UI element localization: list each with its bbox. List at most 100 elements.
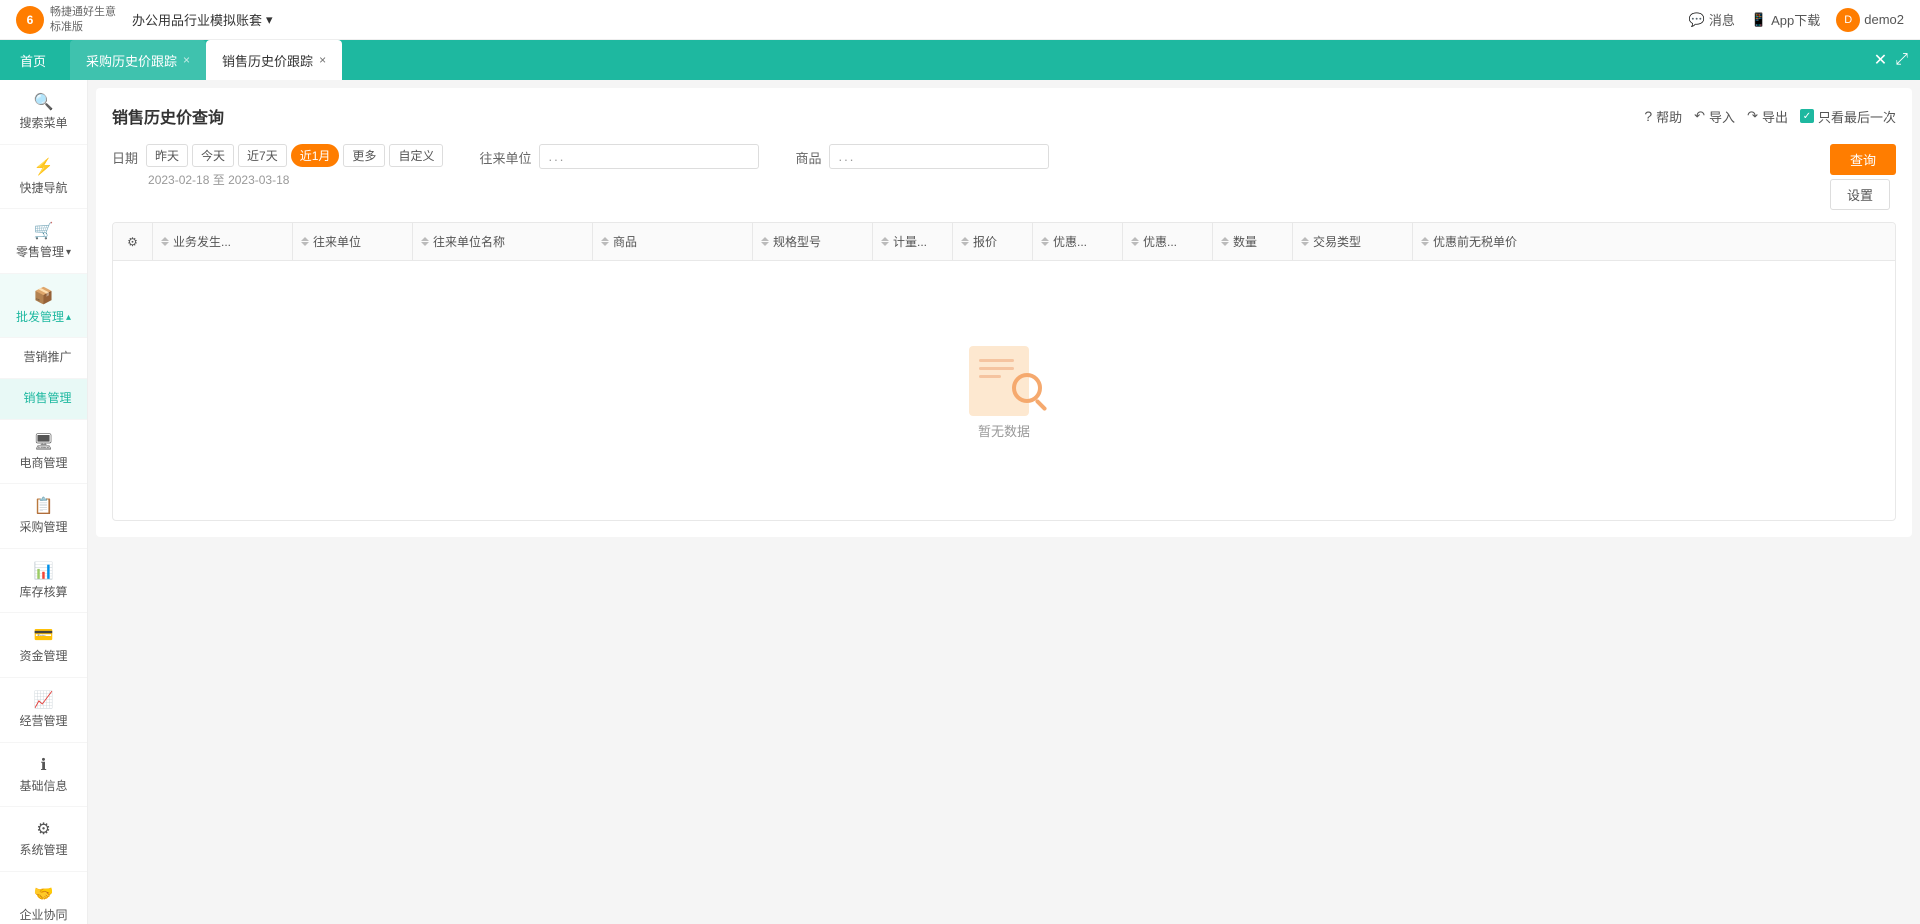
- sort-business[interactable]: [161, 237, 169, 246]
- logo: 6 畅捷通好生意 标准版: [16, 5, 116, 34]
- product-filter-input[interactable]: ...: [829, 144, 1049, 169]
- partner-filter-group: 往来单位 ...: [479, 144, 759, 169]
- top-bar-left: 6 畅捷通好生意 标准版 办公用品行业模拟账套 ▾: [16, 5, 281, 34]
- query-button[interactable]: 查询: [1830, 144, 1896, 175]
- tab-home[interactable]: 首页: [0, 40, 66, 80]
- sidebar-item-system[interactable]: ⚙ 系统管理: [0, 807, 87, 872]
- sort-up-icon: [1041, 237, 1049, 241]
- th-discount1[interactable]: 优惠...: [1033, 223, 1123, 260]
- sort-product[interactable]: [601, 237, 609, 246]
- sort-down-icon: [761, 242, 769, 246]
- th-spec[interactable]: 规格型号: [753, 223, 873, 260]
- sidebar-item-wholesale[interactable]: 📦 批发管理 ▴: [0, 274, 87, 339]
- sort-notax[interactable]: [1421, 237, 1429, 246]
- empty-state: 暂无数据: [113, 261, 1895, 520]
- sidebar-item-sales[interactable]: 销售管理: [0, 379, 87, 420]
- th-unit[interactable]: 计量...: [873, 223, 953, 260]
- retail-icon: 🛒: [34, 221, 54, 241]
- help-btn[interactable]: ? 帮助: [1644, 107, 1682, 126]
- date-filter-label: 日期: [112, 144, 138, 167]
- date-btn-yesterday[interactable]: 昨天: [146, 144, 188, 167]
- sidebar-item-ecommerce[interactable]: 🖥 电商管理: [0, 420, 87, 485]
- th-discount2[interactable]: 优惠...: [1123, 223, 1213, 260]
- date-btn-custom[interactable]: 自定义: [389, 144, 443, 167]
- th-partner-name[interactable]: 往来单位名称: [413, 223, 593, 260]
- th-price[interactable]: 报价: [953, 223, 1033, 260]
- sort-price[interactable]: [961, 237, 969, 246]
- company-selector[interactable]: 办公用品行业模拟账套 ▾: [124, 10, 281, 29]
- page-content: 销售历史价查询 ? 帮助 ↶ 导入 ↷ 导出 ✓: [96, 88, 1912, 537]
- sort-discount2[interactable]: [1131, 237, 1139, 246]
- content-area: 销售历史价查询 ? 帮助 ↶ 导入 ↷ 导出 ✓: [88, 80, 1920, 924]
- quick-nav-icon: ⚡: [34, 157, 54, 177]
- chevron-up-icon: ▴: [66, 312, 71, 323]
- date-range-display: 2023-02-18 至 2023-03-18: [148, 171, 443, 188]
- import-btn[interactable]: ↶ 导入: [1694, 107, 1735, 126]
- gear-icon: ⚙: [127, 235, 138, 249]
- sidebar-item-operations[interactable]: 📈 经营管理: [0, 678, 87, 743]
- filter-area: 日期 昨天 今天 近7天 近1月 更多 自定义 2023-02-18 至 202…: [112, 144, 1896, 210]
- partner-filter-input[interactable]: ...: [539, 144, 759, 169]
- sort-partner-name[interactable]: [421, 237, 429, 246]
- date-btn-more[interactable]: 更多: [343, 144, 385, 167]
- sidebar-item-basic-info[interactable]: ℹ 基础信息: [0, 743, 87, 808]
- import-icon: ↶: [1694, 108, 1705, 124]
- product-field-placeholder: ...: [838, 149, 855, 164]
- th-trade[interactable]: 交易类型: [1293, 223, 1413, 260]
- sort-down-icon: [1131, 242, 1139, 246]
- date-btn-1month[interactable]: 近1月: [291, 144, 340, 167]
- chevron-down-icon: ▾: [266, 12, 273, 28]
- window-close-icon[interactable]: ✕: [1874, 50, 1887, 70]
- message-btn[interactable]: 💬 消息: [1689, 10, 1735, 29]
- doc-line-3: [979, 375, 1001, 378]
- data-table: ⚙ 业务发生... 往来单位: [112, 222, 1896, 521]
- export-btn[interactable]: ↷ 导出: [1747, 107, 1788, 126]
- tab-sales-history[interactable]: 销售历史价跟踪 ×: [206, 40, 342, 80]
- th-notax-price[interactable]: 优惠前无税单价: [1413, 223, 1895, 260]
- search-icon: 🔍: [34, 92, 54, 112]
- user-profile[interactable]: D demo2: [1836, 8, 1904, 32]
- date-btn-7days[interactable]: 近7天: [238, 144, 287, 167]
- sort-down-icon: [1041, 242, 1049, 246]
- tab-purchase-history[interactable]: 采购历史价跟踪 ×: [70, 40, 206, 80]
- export-icon: ↷: [1747, 108, 1758, 124]
- th-product[interactable]: 商品: [593, 223, 753, 260]
- last-only-checkbox[interactable]: ✓ 只看最后一次: [1800, 107, 1896, 126]
- sidebar-item-retail[interactable]: 🛒 零售管理 ▾: [0, 209, 87, 274]
- sidebar-item-marketing[interactable]: 营销推广: [0, 338, 87, 379]
- th-qty[interactable]: 数量: [1213, 223, 1293, 260]
- sidebar-item-finance[interactable]: 💳 资金管理: [0, 613, 87, 678]
- tab-close-purchase[interactable]: ×: [183, 53, 190, 67]
- sidebar-item-purchase[interactable]: 📋 采购管理: [0, 484, 87, 549]
- date-btn-today[interactable]: 今天: [192, 144, 234, 167]
- sort-up-icon: [1131, 237, 1139, 241]
- sort-unit[interactable]: [881, 237, 889, 246]
- system-icon: ⚙: [36, 819, 50, 839]
- tab-close-sales[interactable]: ×: [319, 53, 326, 67]
- app-download-btn[interactable]: 📱 App下载: [1751, 10, 1820, 29]
- sidebar-item-quick-nav[interactable]: ⚡ 快捷导航: [0, 145, 87, 210]
- th-business[interactable]: 业务发生...: [153, 223, 293, 260]
- finance-icon: 💳: [34, 625, 54, 645]
- sidebar-item-enterprise[interactable]: 🤝 企业协同: [0, 872, 87, 924]
- sort-partner[interactable]: [301, 237, 309, 246]
- enterprise-icon: 🤝: [34, 884, 54, 904]
- window-maximize-icon[interactable]: ⤢: [1895, 51, 1908, 69]
- sort-up-icon: [1221, 237, 1229, 241]
- settings-button[interactable]: 设置: [1830, 179, 1890, 210]
- sidebar-item-inventory[interactable]: 📊 库存核算: [0, 549, 87, 614]
- sort-up-icon: [761, 237, 769, 241]
- th-partner[interactable]: 往来单位: [293, 223, 413, 260]
- sort-discount1[interactable]: [1041, 237, 1049, 246]
- sort-spec[interactable]: [761, 237, 769, 246]
- sort-down-icon: [1301, 242, 1309, 246]
- sidebar-item-search-menu[interactable]: 🔍 搜索菜单: [0, 80, 87, 145]
- sort-down-icon: [601, 242, 609, 246]
- sort-up-icon: [301, 237, 309, 241]
- sort-up-icon: [1301, 237, 1309, 241]
- th-gear[interactable]: ⚙: [113, 223, 153, 260]
- sort-qty[interactable]: [1221, 237, 1229, 246]
- tab-bar-controls: ✕ ⤢: [1874, 50, 1920, 70]
- sort-up-icon: [881, 237, 889, 241]
- sort-trade[interactable]: [1301, 237, 1309, 246]
